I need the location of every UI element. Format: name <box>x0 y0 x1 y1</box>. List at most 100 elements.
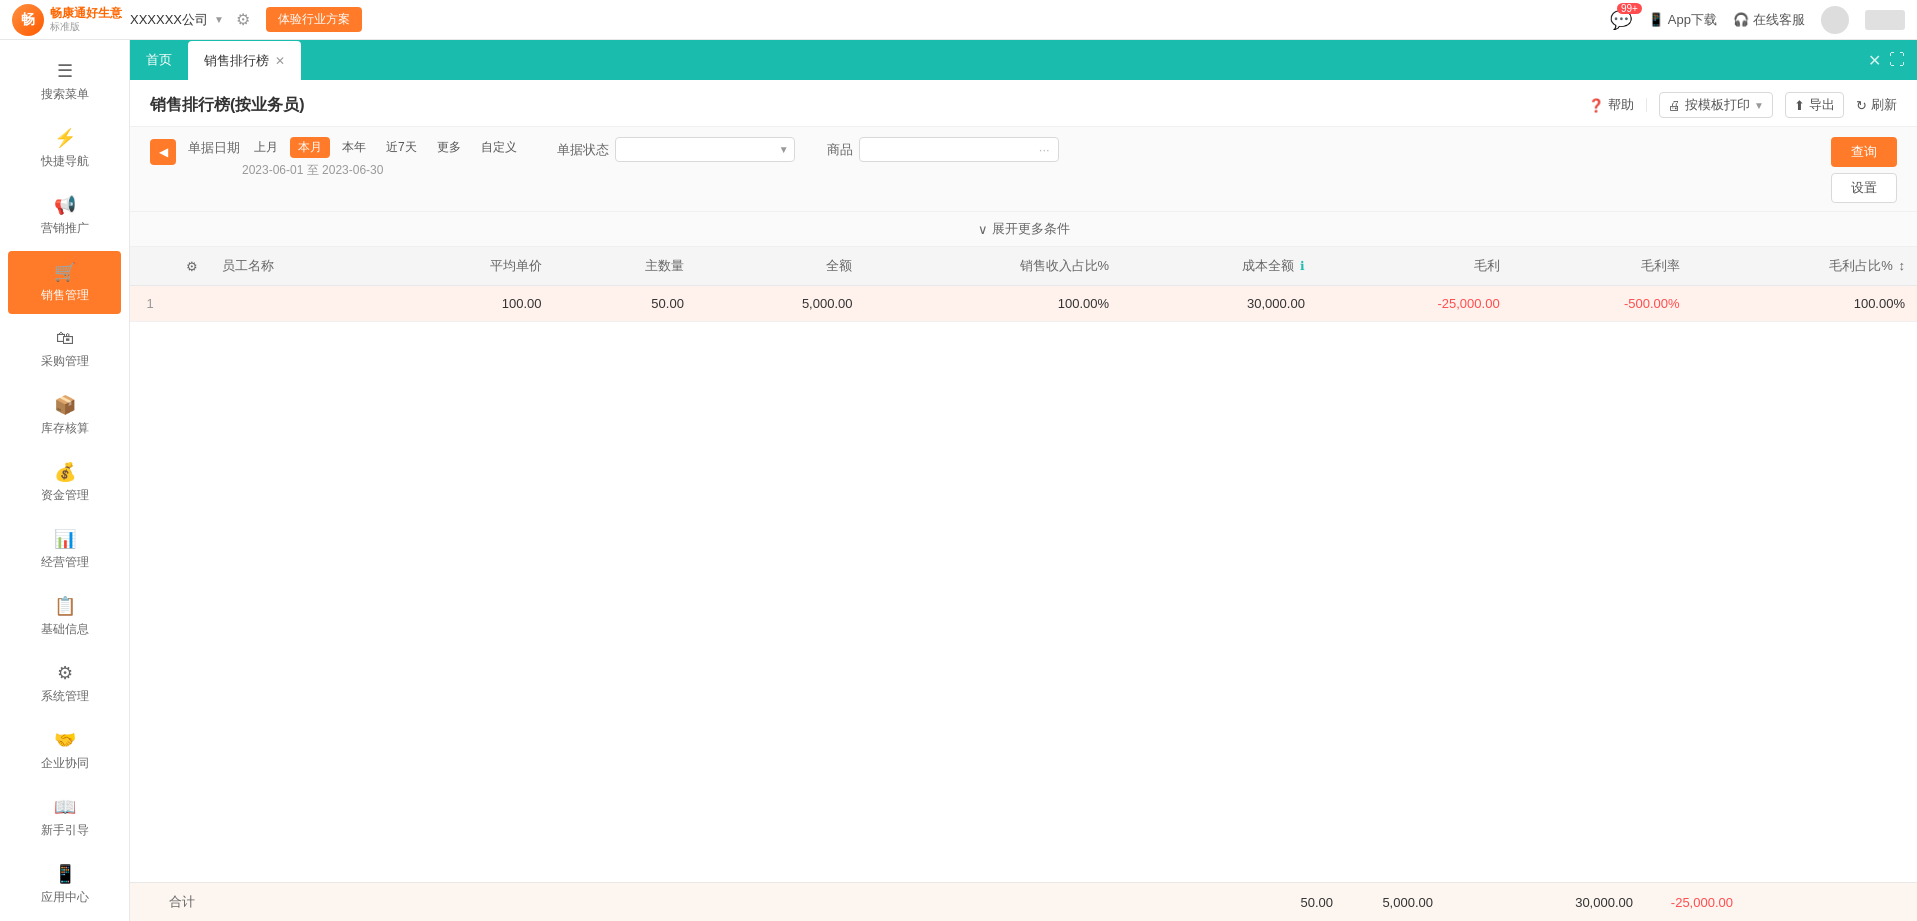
th-sales-pct: 销售收入占比% <box>864 247 1121 286</box>
sidebar-item-beginner[interactable]: 📖 新手引导 <box>8 786 121 849</box>
th-amount: 全额 <box>696 247 865 286</box>
filter-collapse-icon: ◀ <box>159 145 168 159</box>
goods-more-icon[interactable]: ··· <box>1039 142 1050 157</box>
trial-btn[interactable]: 体验行业方案 <box>266 7 362 32</box>
sidebar-item-quick-nav[interactable]: ⚡ 快捷导航 <box>8 117 121 180</box>
sidebar-item-purchase[interactable]: 🛍 采购管理 <box>8 318 121 380</box>
td-gross-pct: 100.00% <box>1692 286 1917 322</box>
sidebar-item-enterprise[interactable]: 🤝 企业协同 <box>8 719 121 782</box>
th-rank <box>130 247 170 286</box>
logo-text: 畅康通好生意 标准版 <box>50 6 122 32</box>
app-download-icon: 📱 <box>1648 12 1664 27</box>
page-actions: ❓ 帮助 🖨 按模板打印 ▼ ⬆ 导出 ↻ 刷新 <box>1588 92 1897 118</box>
th-gross: 毛利 <box>1317 247 1512 286</box>
sidebar: ☰ 搜索菜单 ⚡ 快捷导航 📢 营销推广 🛒 销售管理 🛍 采购管理 📦 库存核… <box>0 40 130 921</box>
filter-collapse-btn[interactable]: ◀ <box>150 139 176 165</box>
print-chevron-icon: ▼ <box>1754 100 1764 111</box>
date-tab-custom[interactable]: 自定义 <box>473 137 525 158</box>
date-tabs: 上月 本月 本年 近7天 更多 自定义 <box>246 137 525 158</box>
td-avg-price: 100.00 <box>382 286 554 322</box>
td-gross-rate: -500.00% <box>1512 286 1692 322</box>
filter-bar: ◀ 单据日期 上月 本月 本年 近7天 更多 自定义 <box>130 127 1917 212</box>
date-range-display: 2023-06-01 至 2023-06-30 <box>188 162 525 179</box>
footer-amount: 5,000.00 <box>1345 895 1445 910</box>
goods-filter-group: 商品 ··· <box>827 137 1059 162</box>
expand-down-icon: ∨ <box>978 222 988 237</box>
export-btn[interactable]: ⬆ 导出 <box>1785 92 1844 118</box>
th-name: 员工名称 <box>210 247 382 286</box>
avatar[interactable] <box>1821 6 1849 34</box>
top-bar-right: 💬 99+ 📱 App下载 🎧 在线客服 <box>1610 6 1905 34</box>
print-icon: 🖨 <box>1668 98 1681 113</box>
footer-cost: 30,000.00 <box>1545 895 1645 910</box>
headset-icon: 🎧 <box>1733 12 1749 27</box>
sidebar-item-sales-mgmt[interactable]: 🛒 销售管理 <box>8 251 121 314</box>
date-tab-7days[interactable]: 近7天 <box>378 137 425 158</box>
company-chevron-icon: ▼ <box>214 14 224 25</box>
status-label: 单据状态 <box>557 141 609 159</box>
td-gross: -25,000.00 <box>1317 286 1512 322</box>
status-select-wrap: ▼ <box>615 137 795 162</box>
settings-gear-icon[interactable]: ⚙ <box>236 10 250 29</box>
tab-close-icon[interactable]: ✕ <box>275 54 285 68</box>
page-header: 销售排行榜(按业务员) ❓ 帮助 🖨 按模板打印 ▼ ⬆ 导出 <box>130 80 1917 127</box>
setting-btn[interactable]: 设置 <box>1831 173 1897 203</box>
sidebar-item-system[interactable]: ⚙ 系统管理 <box>8 652 121 715</box>
table-wrap: ⚙ 员工名称 平均单价 主数量 全额 销售收入占比% 成本全额 ℹ 毛利 毛利率 <box>130 247 1917 882</box>
app-download-item[interactable]: 📱 App下载 <box>1648 11 1717 29</box>
export-icon: ⬆ <box>1794 98 1805 113</box>
sidebar-item-finance[interactable]: 💰 资金管理 <box>8 451 121 514</box>
finance-icon: 💰 <box>54 461 76 483</box>
tab-bar: 首页 销售排行榜 ✕ ✕ ⛶ <box>130 40 1917 80</box>
goods-input[interactable] <box>868 142 1039 157</box>
table-body: 1 100.00 50.00 5,000.00 100.00% 30,000.0… <box>130 286 1917 322</box>
date-tab-more[interactable]: 更多 <box>429 137 469 158</box>
sidebar-item-basic-info[interactable]: 📋 基础信息 <box>8 585 121 648</box>
filter-expand-row: ∨ 展开更多条件 <box>130 212 1917 247</box>
sales-icon: 🛒 <box>54 261 76 283</box>
app-center-icon: 📱 <box>54 863 76 885</box>
marketing-icon: 📢 <box>54 194 76 216</box>
sidebar-item-operations[interactable]: 📊 经营管理 <box>8 518 121 581</box>
td-name <box>210 286 382 322</box>
th-gear[interactable]: ⚙ <box>170 247 210 286</box>
logo-icon: 畅 <box>12 4 44 36</box>
template-print-btn[interactable]: 🖨 按模板打印 ▼ <box>1659 92 1773 118</box>
logo-area[interactable]: 畅 畅康通好生意 标准版 <box>12 4 122 36</box>
page-title: 销售排行榜(按业务员) <box>150 95 305 116</box>
date-tab-this-month[interactable]: 本月 <box>290 137 330 158</box>
page-content: 销售排行榜(按业务员) ❓ 帮助 🖨 按模板打印 ▼ ⬆ 导出 <box>130 80 1917 921</box>
date-tab-last-month[interactable]: 上月 <box>246 137 286 158</box>
company-selector[interactable]: XXXXXX公司 ▼ <box>130 11 224 29</box>
tab-maximize-icon[interactable]: ⛶ <box>1889 51 1905 69</box>
gross-pct-sort-icon[interactable]: ↕ <box>1899 258 1906 273</box>
td-amount: 5,000.00 <box>696 286 865 322</box>
sidebar-item-marketing[interactable]: 📢 营销推广 <box>8 184 121 247</box>
content-area: 首页 销售排行榜 ✕ ✕ ⛶ 销售排行榜(按业务员) ❓ 帮助 <box>130 40 1917 921</box>
date-label: 单据日期 <box>188 139 240 157</box>
header-row: ⚙ 员工名称 平均单价 主数量 全额 销售收入占比% 成本全额 ℹ 毛利 毛利率 <box>130 247 1917 286</box>
operations-icon: 📊 <box>54 528 76 550</box>
help-icon: ❓ <box>1588 98 1604 113</box>
th-gross-pct: 毛利占比% ↕ <box>1692 247 1917 286</box>
message-icon[interactable]: 💬 99+ <box>1610 9 1632 31</box>
online-support-item[interactable]: 🎧 在线客服 <box>1733 11 1805 29</box>
td-qty: 50.00 <box>554 286 696 322</box>
sidebar-item-search-orders[interactable]: ☰ 搜索菜单 <box>8 50 121 113</box>
query-btn[interactable]: 查询 <box>1831 137 1897 167</box>
tab-close-window-icon[interactable]: ✕ <box>1868 51 1881 70</box>
th-avg-price: 平均单价 <box>382 247 554 286</box>
cost-info-icon[interactable]: ℹ <box>1300 259 1305 273</box>
user-name-placeholder <box>1865 10 1905 30</box>
help-btn[interactable]: ❓ 帮助 <box>1588 96 1634 114</box>
tab-sales-rank[interactable]: 销售排行榜 ✕ <box>188 41 301 81</box>
date-tab-this-year[interactable]: 本年 <box>334 137 374 158</box>
th-gross-rate: 毛利率 <box>1512 247 1692 286</box>
refresh-btn[interactable]: ↻ 刷新 <box>1856 96 1897 114</box>
sidebar-item-inventory[interactable]: 📦 库存核算 <box>8 384 121 447</box>
sidebar-item-app-center[interactable]: 📱 应用中心 <box>8 853 121 916</box>
td-gear <box>170 286 210 322</box>
status-select[interactable] <box>615 137 795 162</box>
tab-home[interactable]: 首页 <box>130 40 188 80</box>
expand-more-btn[interactable]: ∨ 展开更多条件 <box>978 220 1070 238</box>
